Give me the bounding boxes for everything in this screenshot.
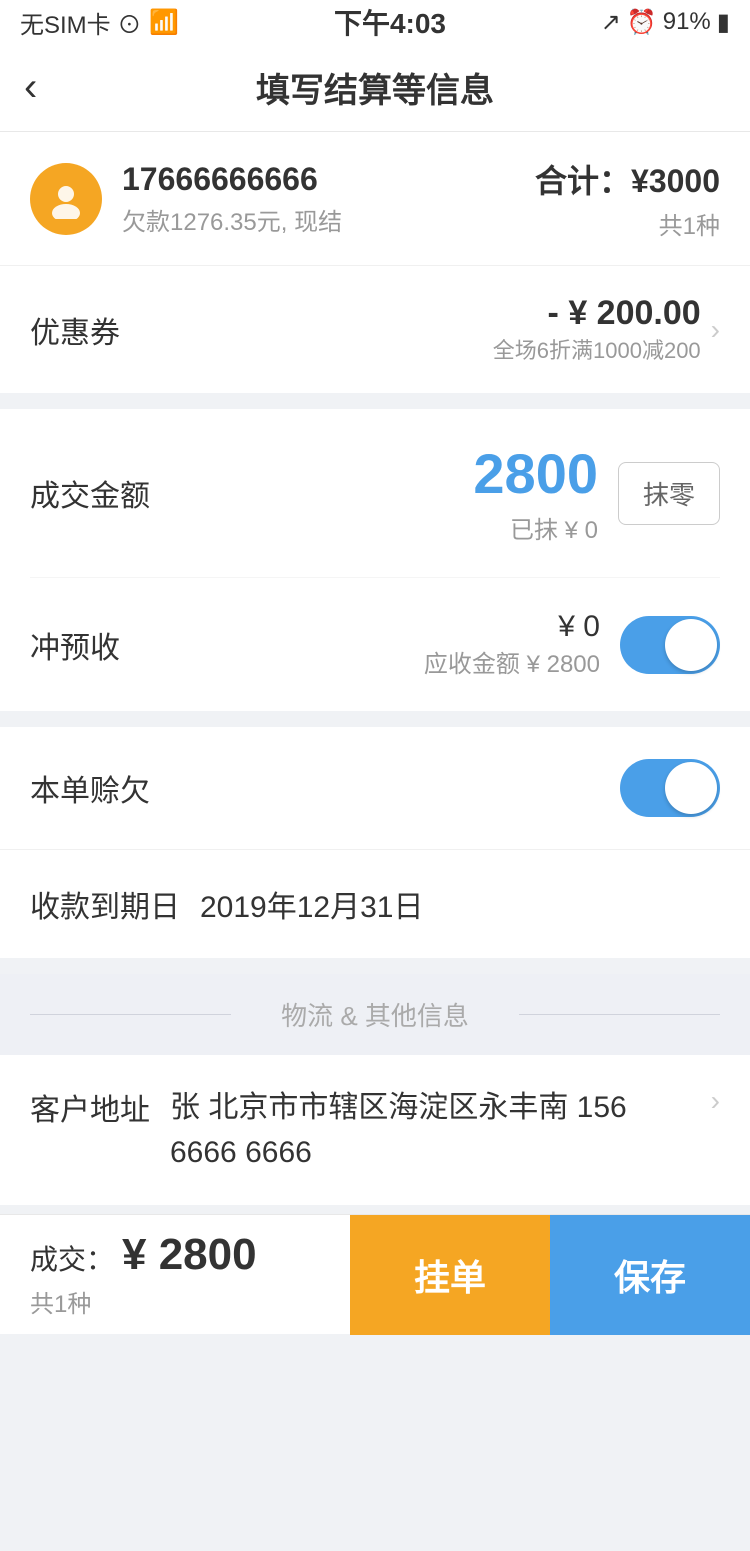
address-value: 张 北京市市辖区海淀区永丰南 156 6666 6666 bbox=[170, 1085, 691, 1175]
customer-left: 17666666666 欠款1276.35元, 现结 bbox=[30, 161, 342, 237]
customer-phone: 17666666666 bbox=[122, 161, 342, 198]
section-divider: 物流 & 其他信息 bbox=[0, 974, 750, 1055]
coupon-discount: - ¥ 200.00 bbox=[493, 294, 701, 333]
bottom-summary: 成交： ¥ 2800 共1种 bbox=[0, 1230, 350, 1319]
credit-card: 本单赊欠 收款到期日 2019年12月31日 bbox=[0, 727, 750, 958]
avatar bbox=[30, 163, 102, 235]
hang-order-button[interactable]: 挂单 bbox=[350, 1215, 550, 1335]
alarm-icon: ⏰ bbox=[627, 8, 657, 37]
customer-card: 17666666666 欠款1276.35元, 现结 合计：¥3000 共1种 … bbox=[0, 132, 750, 393]
deal-amount-right: 2800 已抹 ¥ 0 抹零 bbox=[473, 441, 720, 545]
status-right: ↗ ⏰ 91% ▮ bbox=[601, 8, 730, 37]
amount-section: 成交金额 2800 已抹 ¥ 0 抹零 冲预收 ¥ 0 应收金额 ¥ 2800 bbox=[0, 409, 750, 711]
deal-amount-row: 成交金额 2800 已抹 ¥ 0 抹零 bbox=[30, 409, 720, 578]
address-card: 客户地址 张 北京市市辖区海淀区永丰南 156 6666 6666 › bbox=[0, 1055, 750, 1205]
coupon-label: 优惠券 bbox=[30, 308, 120, 352]
date-row: 收款到期日 2019年12月31日 bbox=[0, 849, 750, 958]
deal-amount-sub: 已抹 ¥ 0 bbox=[473, 510, 598, 545]
toggle-knob bbox=[665, 619, 717, 671]
status-left: 无SIM卡 ⊙ 📶 bbox=[20, 5, 179, 40]
round-off-button[interactable]: 抹零 bbox=[618, 462, 720, 525]
save-button[interactable]: 保存 bbox=[550, 1215, 750, 1335]
chevron-right-icon: › bbox=[711, 314, 720, 346]
customer-sub: 欠款1276.35元, 现结 bbox=[122, 202, 342, 237]
nav-bar: ‹ 填写结算等信息 bbox=[0, 44, 750, 132]
back-button[interactable]: ‹ bbox=[24, 65, 37, 110]
status-time: 下午4:03 bbox=[334, 2, 446, 42]
total-amount: 合计：¥3000 bbox=[535, 156, 720, 202]
bottom-deal-amount: ¥ 2800 bbox=[122, 1230, 257, 1280]
page-title: 填写结算等信息 bbox=[256, 63, 494, 112]
date-label: 收款到期日 bbox=[30, 882, 180, 926]
credit-row: 本单赊欠 bbox=[0, 727, 750, 849]
credit-toggle-knob bbox=[665, 762, 717, 814]
location-icon: ↗ bbox=[601, 8, 621, 37]
customer-row: 17666666666 欠款1276.35元, 现结 合计：¥3000 共1种 bbox=[0, 132, 750, 265]
wifi-icon: 📶 bbox=[149, 8, 179, 37]
content-area: 17666666666 欠款1276.35元, 现结 合计：¥3000 共1种 … bbox=[0, 132, 750, 1551]
divider-line-right bbox=[519, 1014, 720, 1015]
bottom-bar: 成交： ¥ 2800 共1种 挂单 保存 bbox=[0, 1214, 750, 1334]
chong-label: 冲预收 bbox=[30, 623, 120, 667]
sim-status: 无SIM卡 ⊙ bbox=[20, 5, 141, 40]
battery-level: 91% bbox=[663, 8, 711, 36]
deal-amount-value: 2800 bbox=[473, 441, 598, 506]
total-count: 共1种 bbox=[535, 206, 720, 241]
coupon-desc: 全场6折满1000减200 bbox=[493, 333, 701, 365]
bottom-deal-label: 成交： bbox=[30, 1238, 114, 1278]
customer-total: 合计：¥3000 共1种 bbox=[535, 156, 720, 241]
coupon-right: - ¥ 200.00 全场6折满1000减200 › bbox=[493, 294, 720, 365]
chong-amount: ¥ 0 bbox=[424, 610, 600, 644]
coupon-row[interactable]: 优惠券 - ¥ 200.00 全场6折满1000减200 › bbox=[0, 265, 750, 393]
bottom-deal-row: 成交： ¥ 2800 bbox=[30, 1230, 320, 1280]
chong-toggle[interactable] bbox=[620, 616, 720, 674]
chong-right: ¥ 0 应收金额 ¥ 2800 bbox=[424, 610, 720, 679]
credit-label: 本单赊欠 bbox=[30, 766, 150, 810]
address-chevron-icon: › bbox=[711, 1085, 720, 1117]
customer-info: 17666666666 欠款1276.35元, 现结 bbox=[122, 161, 342, 237]
battery-icon: ▮ bbox=[717, 8, 730, 37]
divider-text: 物流 & 其他信息 bbox=[281, 996, 469, 1033]
date-value: 2019年12月31日 bbox=[200, 882, 423, 926]
credit-toggle[interactable] bbox=[620, 759, 720, 817]
status-bar: 无SIM卡 ⊙ 📶 下午4:03 ↗ ⏰ 91% ▮ bbox=[0, 0, 750, 44]
deal-amount-label: 成交金额 bbox=[30, 471, 150, 515]
address-row[interactable]: 客户地址 张 北京市市辖区海淀区永丰南 156 6666 6666 › bbox=[0, 1055, 750, 1205]
address-label: 客户地址 bbox=[30, 1085, 150, 1129]
chong-row: 冲预收 ¥ 0 应收金额 ¥ 2800 bbox=[30, 578, 720, 711]
chong-sub: 应收金额 ¥ 2800 bbox=[424, 644, 600, 679]
divider-line-left bbox=[30, 1014, 231, 1015]
bottom-deal-count: 共1种 bbox=[30, 1284, 320, 1319]
